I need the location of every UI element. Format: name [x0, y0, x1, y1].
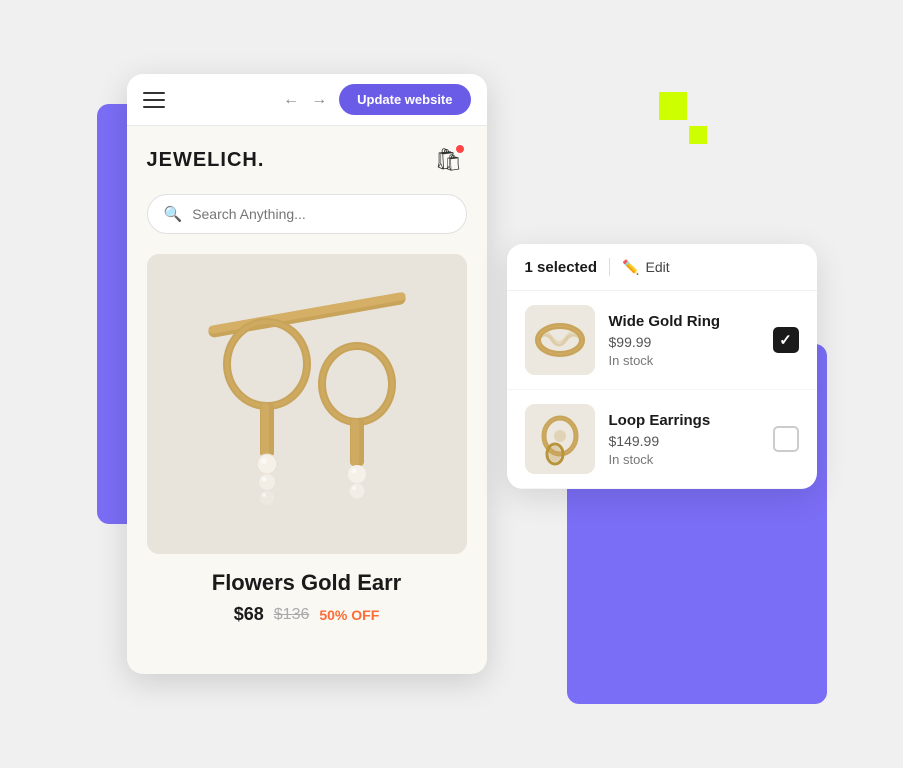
selection-divider — [609, 258, 610, 276]
list-item: Wide Gold Ring $99.99 In stock — [507, 291, 817, 390]
scene: ← → Update website JEWELICH. 🛍 🔍 — [77, 44, 827, 724]
product-thumbnail-2 — [525, 404, 595, 474]
store-header: JEWELICH. 🛍 — [147, 142, 467, 178]
cart-button[interactable]: 🛍 — [431, 142, 467, 178]
price-current: $68 — [234, 604, 264, 625]
bg-green-top — [659, 92, 687, 120]
search-bar[interactable]: 🔍 — [147, 194, 467, 234]
product-name: Flowers Gold Earr — [155, 570, 459, 596]
product-pricing: $68 $136 50% OFF — [155, 604, 459, 625]
search-input[interactable] — [192, 206, 449, 222]
product-list-name-1: Wide Gold Ring — [609, 313, 759, 330]
product-list-price-1: $99.99 — [609, 334, 759, 350]
toolbar-center: ← → Update website — [283, 84, 470, 115]
ring-svg — [525, 305, 595, 375]
browser-toolbar: ← → Update website — [127, 74, 487, 126]
cart-badge — [455, 144, 465, 154]
selection-panel: 1 selected ✏️ Edit Wide — [507, 244, 817, 489]
store-logo: JEWELICH. — [147, 149, 265, 172]
forward-arrow[interactable]: → — [311, 91, 327, 109]
mobile-frame: ← → Update website JEWELICH. 🛍 🔍 — [127, 74, 487, 674]
product-details-1: Wide Gold Ring $99.99 In stock — [609, 313, 759, 368]
edit-icon: ✏️ — [622, 259, 639, 276]
update-website-button[interactable]: Update website — [339, 84, 470, 115]
hamburger-line-1 — [143, 92, 165, 94]
product-thumbnail-1 — [525, 305, 595, 375]
bg-green-bottom — [689, 126, 707, 144]
back-arrow[interactable]: ← — [283, 91, 299, 109]
toolbar-left — [143, 92, 165, 108]
list-item: Loop Earrings $149.99 In stock — [507, 390, 817, 489]
product-details-2: Loop Earrings $149.99 In stock — [609, 412, 759, 467]
product-list-price-2: $149.99 — [609, 433, 759, 449]
earring-svg — [147, 254, 467, 554]
product-list-status-2: In stock — [609, 452, 759, 467]
price-discount: 50% OFF — [319, 607, 379, 623]
product-info: Flowers Gold Earr $68 $136 50% OFF — [147, 570, 467, 625]
checkbox-item-1[interactable] — [773, 327, 799, 353]
product-list-status-1: In stock — [609, 353, 759, 368]
hamburger-line-3 — [143, 106, 165, 108]
product-list-name-2: Loop Earrings — [609, 412, 759, 429]
hamburger-line-2 — [143, 99, 165, 101]
edit-button[interactable]: ✏️ Edit — [622, 259, 670, 276]
selection-header: 1 selected ✏️ Edit — [507, 244, 817, 291]
selected-count: 1 selected — [525, 259, 598, 276]
store-content: JEWELICH. 🛍 🔍 — [127, 126, 487, 641]
earrings-svg — [525, 404, 595, 474]
price-original: $136 — [274, 606, 310, 624]
product-image — [147, 254, 467, 554]
edit-label: Edit — [645, 259, 669, 275]
checkbox-item-2[interactable] — [773, 426, 799, 452]
search-icon: 🔍 — [164, 205, 183, 223]
hamburger-icon[interactable] — [143, 92, 165, 108]
